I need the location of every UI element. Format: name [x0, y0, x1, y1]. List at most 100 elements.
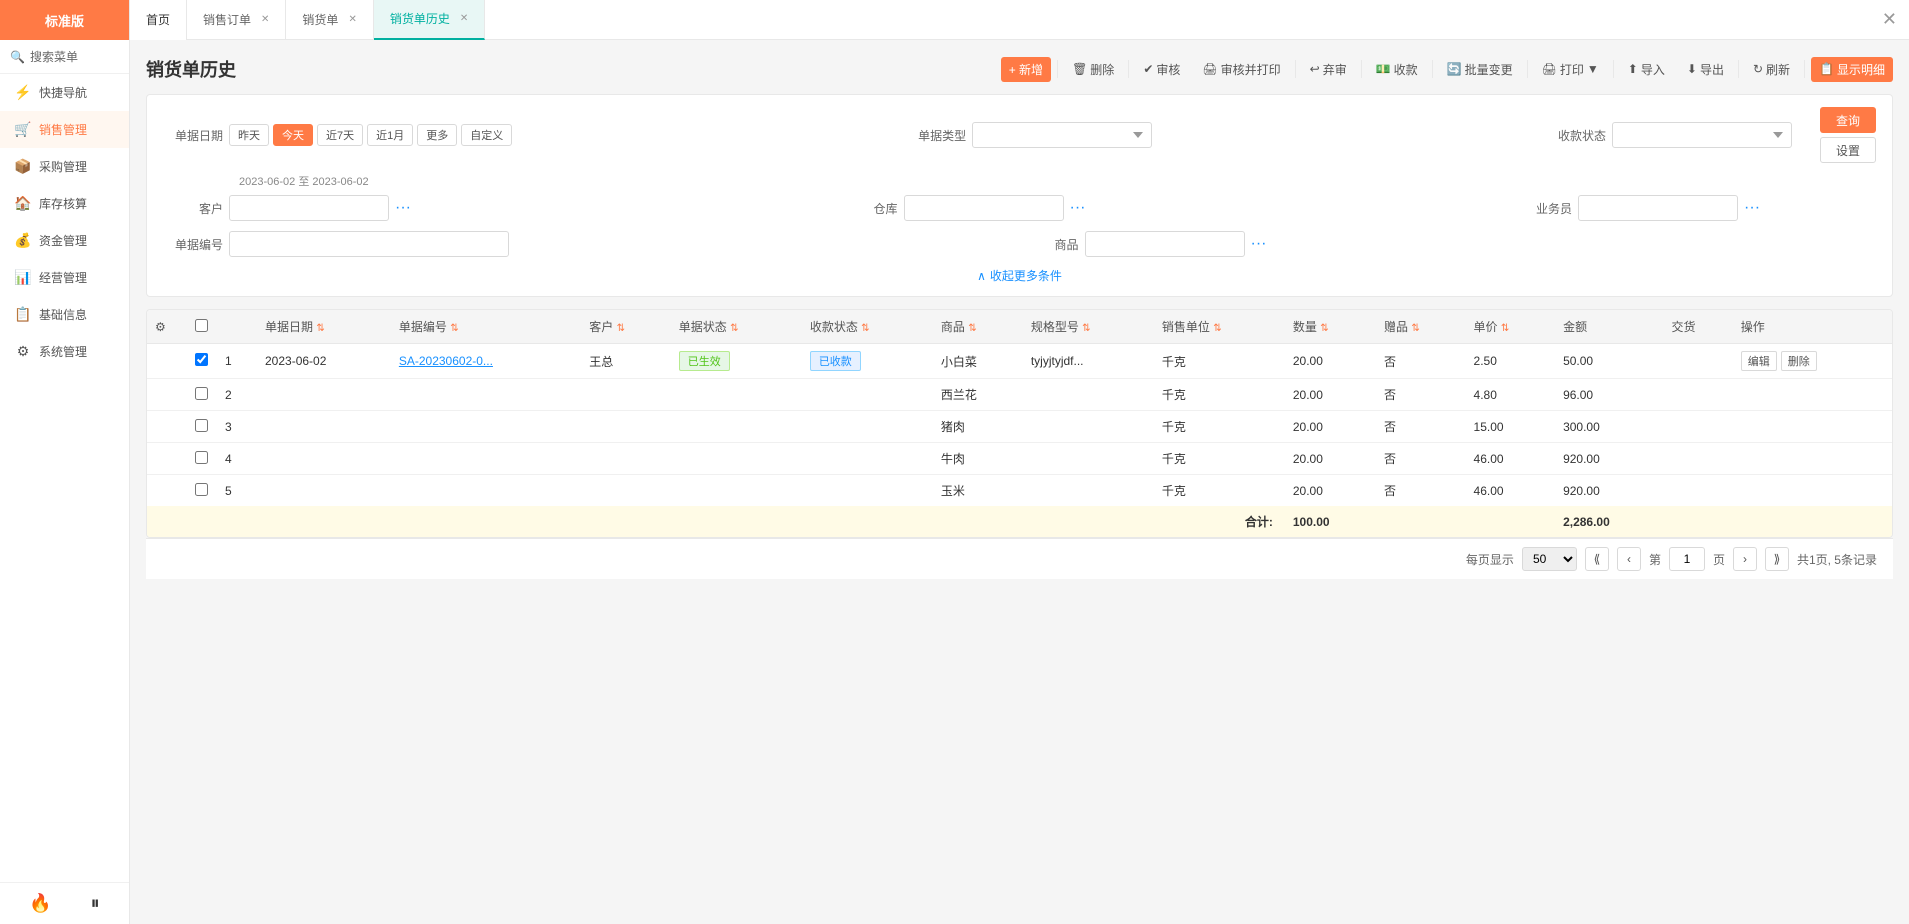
tab-sales-delivery-close[interactable]: ✕: [348, 14, 356, 25]
sidebar-bottom-icon1[interactable]: 🔥: [29, 893, 51, 914]
sidebar-item-basic-info[interactable]: 📋 基础信息: [0, 296, 129, 333]
tab-sales-history[interactable]: 销货单历史 ✕: [374, 0, 485, 40]
row-select-checkbox[interactable]: [195, 483, 208, 496]
import-button[interactable]: ⬆ 导入: [1620, 57, 1673, 82]
sort-icon-unit: ⇅: [1213, 323, 1221, 334]
date-btn-7days[interactable]: 近7天: [317, 124, 363, 146]
tab-sales-delivery[interactable]: 销货单 ✕: [286, 0, 373, 40]
set-button[interactable]: 设置: [1820, 137, 1876, 163]
last-page-button[interactable]: ⟫: [1765, 547, 1789, 571]
sidebar-item-operations[interactable]: 📊 经营管理: [0, 259, 129, 296]
row-checkbox[interactable]: [187, 475, 217, 507]
date-btn-1month[interactable]: 近1月: [367, 124, 413, 146]
row-select-checkbox[interactable]: [195, 353, 208, 366]
collect-button[interactable]: 💵 收款: [1368, 57, 1426, 82]
doc-no-link[interactable]: SA-20230602-0...: [399, 354, 493, 368]
sidebar-search[interactable]: 🔍 搜索菜单: [0, 40, 129, 74]
row-select-checkbox[interactable]: [195, 419, 208, 432]
tab-home[interactable]: 首页: [130, 0, 187, 40]
sidebar: 标准版 🔍 搜索菜单 ⚡ 快捷导航 🛒 销售管理 📦 采购管理 🏠 库存核算 💰…: [0, 0, 130, 924]
abandon-button[interactable]: ↩ 弃审: [1302, 57, 1355, 82]
row-checkbox[interactable]: [187, 443, 217, 475]
select-all-checkbox[interactable]: [195, 319, 208, 332]
sidebar-item-quick-nav[interactable]: ⚡ 快捷导航: [0, 74, 129, 111]
tab-sales-order-close[interactable]: ✕: [261, 14, 269, 25]
staff-dots[interactable]: ···: [1744, 199, 1760, 217]
filter-row-2: 客户 ··· 仓库 ··· 业务员 ···: [163, 195, 1876, 221]
collect-status-select[interactable]: [1612, 122, 1792, 148]
row-index: 5: [217, 475, 257, 507]
row-select-checkbox[interactable]: [195, 451, 208, 464]
prev-page-button[interactable]: ‹: [1617, 547, 1641, 571]
th-goods[interactable]: 商品 ⇅: [933, 310, 1023, 344]
batch-change-button[interactable]: 🔄 批量变更: [1439, 57, 1521, 82]
th-unit[interactable]: 销售单位 ⇅: [1154, 310, 1285, 344]
sidebar-item-inventory[interactable]: 🏠 库存核算: [0, 185, 129, 222]
date-btn-custom[interactable]: 自定义: [461, 124, 512, 146]
goods-input[interactable]: [1085, 231, 1245, 257]
th-doc-date[interactable]: 单据日期 ⇅: [257, 310, 391, 344]
per-page-select[interactable]: 50 100 200: [1522, 547, 1577, 571]
next-page-button[interactable]: ›: [1733, 547, 1757, 571]
sidebar-item-sales-mgmt[interactable]: 🛒 销售管理: [0, 111, 129, 148]
customer-input[interactable]: [229, 195, 389, 221]
th-collect-status[interactable]: 收款状态 ⇅: [802, 310, 933, 344]
warehouse-dots[interactable]: ···: [1070, 199, 1086, 217]
customer-dots[interactable]: ···: [395, 199, 411, 217]
row-doc-date: [257, 443, 391, 475]
delete-button[interactable]: 🗑 删除: [1064, 57, 1122, 82]
export-button[interactable]: ⬇ 导出: [1679, 57, 1732, 82]
row-checkbox[interactable]: [187, 379, 217, 411]
total-padding: [1664, 506, 1892, 537]
th-doc-status[interactable]: 单据状态 ⇅: [671, 310, 802, 344]
first-page-button[interactable]: ⟪: [1585, 547, 1609, 571]
th-doc-date-label: 单据日期: [265, 320, 313, 334]
table-container: ⚙ 单据日期 ⇅ 单据编号 ⇅ 客户 ⇅: [146, 309, 1893, 538]
sidebar-bottom-icon2[interactable]: ⏸: [91, 893, 100, 914]
th-unit-price[interactable]: 单价 ⇅: [1466, 310, 1556, 344]
page-content: 销货单历史 + 新增 🗑 删除 ✔ 审核 🖨 审核并打印: [130, 40, 1909, 924]
sidebar-item-system[interactable]: ⚙ 系统管理: [0, 333, 129, 370]
audit-button[interactable]: ✔ 审核: [1135, 57, 1188, 82]
date-btn-more[interactable]: 更多: [417, 124, 457, 146]
row-gear: [147, 379, 187, 411]
th-customer[interactable]: 客户 ⇅: [581, 310, 671, 344]
date-btn-yesterday[interactable]: 昨天: [229, 124, 269, 146]
th-gift[interactable]: 赠品 ⇅: [1376, 310, 1466, 344]
th-spec[interactable]: 规格型号 ⇅: [1023, 310, 1154, 344]
sidebar-item-finance[interactable]: 💰 资金管理: [0, 222, 129, 259]
th-qty[interactable]: 数量 ⇅: [1285, 310, 1376, 344]
th-gear[interactable]: ⚙: [147, 310, 187, 344]
page-number-input[interactable]: [1669, 547, 1705, 571]
query-button[interactable]: 查询: [1820, 107, 1876, 133]
row-index: 4: [217, 443, 257, 475]
action-btn-1[interactable]: 删除: [1781, 351, 1817, 371]
collapse-bar[interactable]: ∧ 收起更多条件: [163, 267, 1876, 284]
tab-sales-history-close[interactable]: ✕: [460, 13, 468, 24]
row-unit-price: 2.50: [1466, 344, 1556, 379]
date-btn-today[interactable]: 今天: [273, 124, 313, 146]
row-gift: 否: [1376, 475, 1466, 507]
sidebar-item-purchase-mgmt[interactable]: 📦 采购管理: [0, 148, 129, 185]
filter-date: 单据日期 昨天 今天 近7天 近1月 更多 自定义: [163, 124, 512, 146]
staff-input[interactable]: [1578, 195, 1738, 221]
warehouse-input[interactable]: [904, 195, 1064, 221]
row-select-checkbox[interactable]: [195, 387, 208, 400]
doc-no-input[interactable]: [229, 231, 509, 257]
new-button[interactable]: + 新增: [1001, 57, 1051, 82]
row-unit: 千克: [1154, 475, 1285, 507]
action-btn-0[interactable]: 编辑: [1741, 351, 1777, 371]
print-button[interactable]: 🖨 打印 ▼: [1534, 57, 1607, 82]
audit-print-button[interactable]: 🖨 审核并打印: [1194, 57, 1288, 82]
row-qty: 20.00: [1285, 475, 1376, 507]
show-detail-button[interactable]: 📋 显示明细: [1811, 57, 1893, 82]
row-checkbox[interactable]: [187, 411, 217, 443]
th-doc-no[interactable]: 单据编号 ⇅: [391, 310, 581, 344]
close-all-tabs[interactable]: ✕: [1870, 9, 1909, 30]
row-checkbox[interactable]: [187, 344, 217, 379]
tab-sales-order[interactable]: 销售订单 ✕: [187, 0, 286, 40]
refresh-button[interactable]: ↻ 刷新: [1745, 57, 1798, 82]
goods-dots[interactable]: ···: [1251, 235, 1267, 253]
data-table: ⚙ 单据日期 ⇅ 单据编号 ⇅ 客户 ⇅: [147, 310, 1892, 537]
doc-type-select[interactable]: [972, 122, 1152, 148]
